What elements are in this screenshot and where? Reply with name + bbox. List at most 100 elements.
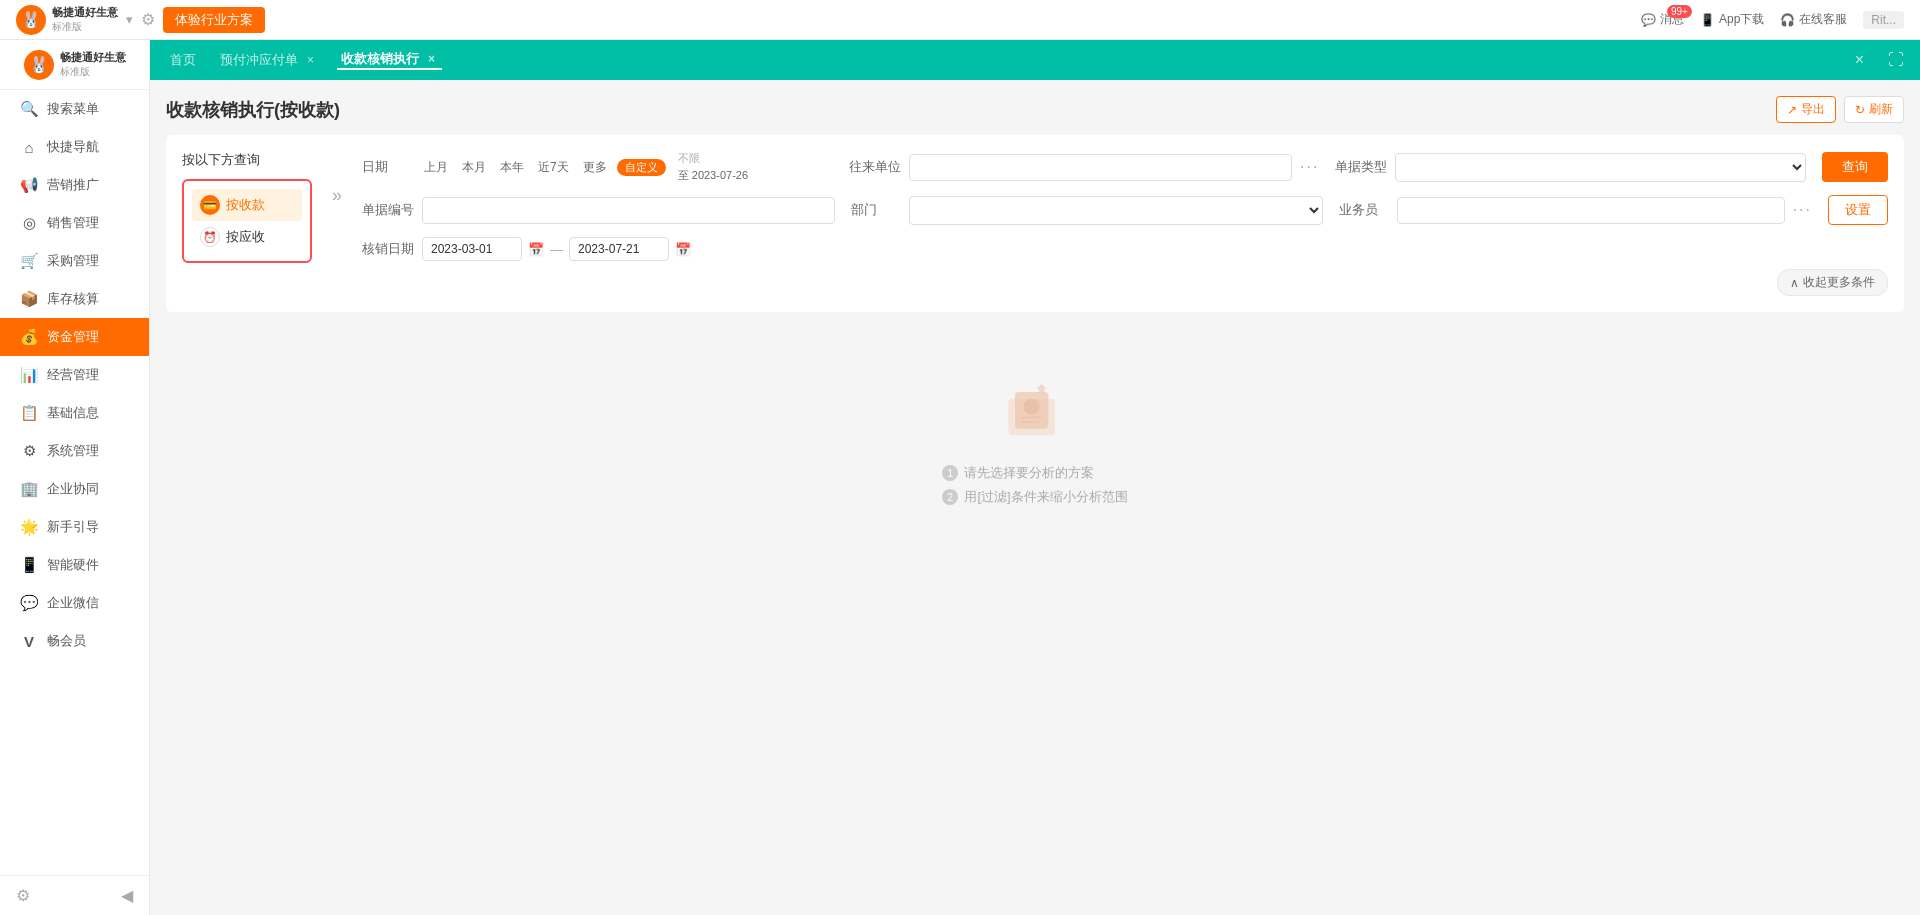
verify-date-start-calendar-icon[interactable]: 📅 [528,242,544,257]
verify-date-label: 核销日期 [362,240,414,258]
date-7days-btn[interactable]: 近7天 [534,157,573,178]
home-icon: ⌂ [19,139,39,156]
collapse-more-btn[interactable]: ∧ 收起更多条件 [1777,269,1888,296]
tab-home[interactable]: 首页 [166,51,200,69]
page-content: 收款核销执行(按收款) ↗ 导出 ↻ 刷新 按以下方查询 [150,80,1920,915]
collapse-more-row: ∧ 收起更多条件 [362,269,1888,296]
voucher-type-label: 单据类型 [1335,158,1387,176]
bottom-settings-icon[interactable]: ⚙ [16,886,30,905]
counterparty-field: 往来单位 ··· [849,154,1320,181]
sidebar-item-enterprise[interactable]: 🏢 企业协同 [0,470,149,508]
cart-icon: 🛒 [19,252,39,270]
dept-select[interactable] [909,196,1324,225]
top-bar-actions: 💬 消息 99+ 📱 App下载 🎧 在线客服 Rit... [1641,11,1904,29]
online-service-btn[interactable]: 🎧 在线客服 [1780,11,1847,28]
dropdown-icon[interactable]: ▾ [126,12,133,27]
empty-tip-2: 2 用[过滤]条件来缩小分析范围 [942,488,1127,506]
sidebar-item-system[interactable]: ⚙ 系统管理 [0,432,149,470]
refresh-icon: ↻ [1855,103,1865,117]
date-label: 日期 [362,158,412,176]
tab-receipt-verify[interactable]: 收款核销执行 × [337,50,442,70]
tip-num-2: 2 [942,489,958,505]
sidebar-item-search-menu[interactable]: 🔍 搜索菜单 [0,90,149,128]
sidebar-item-basic-info[interactable]: 📋 基础信息 [0,394,149,432]
dept-label: 部门 [851,201,901,219]
sidebar-item-inventory[interactable]: 📦 库存核算 [0,280,149,318]
brand-text: 畅捷通好生意 标准版 [52,5,118,34]
export-icon: ↗ [1787,103,1797,117]
tab2-label: 收款核销执行 [341,50,419,68]
verify-date-end-input[interactable] [569,237,669,261]
query-btn[interactable]: 查询 [1822,152,1888,182]
settings-btn[interactable]: 设置 [1828,195,1888,225]
date-separator: — [550,242,563,257]
voucher-no-input[interactable] [422,197,835,224]
verify-date-start-input[interactable] [422,237,522,261]
verify-date-group: 📅 — 📅 [422,237,691,261]
user-info[interactable]: Rit... [1863,11,1904,29]
date-this-month-btn[interactable]: 本月 [458,157,490,178]
sidebar-label: 企业微信 [47,594,99,612]
sidebar-label: 资金管理 [47,328,99,346]
date-field: 日期 上月 本月 本年 近7天 更多 自定义 [362,151,833,183]
sidebar-item-hardware[interactable]: 📱 智能硬件 [0,546,149,584]
counterparty-label: 往来单位 [849,158,901,176]
tab1-close-btn[interactable]: × [304,52,317,68]
staff-field: 业务员 ··· [1339,197,1812,224]
counterparty-more-btn[interactable]: ··· [1300,158,1319,176]
filter-row-2: 单据编号 部门 [362,195,1888,225]
date-this-year-btn[interactable]: 本年 [496,157,528,178]
staff-more-btn[interactable]: ··· [1793,201,1812,219]
collapse-btn-wrap: » [328,151,346,296]
page-header: 收款核销执行(按收款) ↗ 导出 ↻ 刷新 [166,96,1904,123]
message-btn[interactable]: 💬 消息 99+ [1641,11,1684,28]
counterparty-input[interactable] [909,154,1292,181]
tab-prepay[interactable]: 预付冲应付单 × [216,51,321,69]
sidebar-label: 营销推广 [47,176,99,194]
collapse-more-label: 收起更多条件 [1803,274,1875,291]
collapse-sidebar-icon[interactable]: ◀ [121,886,133,905]
sales-icon: ◎ [19,214,39,232]
verify-date-end-calendar-icon[interactable]: 📅 [675,242,691,257]
filter-selector-box: 💳 按收款 ⏰ 按应收 [182,179,312,263]
app-download-btn[interactable]: 📱 App下载 [1700,11,1764,28]
megaphone-icon: 📢 [19,176,39,194]
page-title: 收款核销执行(按收款) [166,98,340,122]
settings-icon[interactable]: ⚙ [141,10,155,29]
date-more-btn[interactable]: 更多 [579,157,611,178]
collapse-left-btn[interactable]: » [328,181,346,210]
sidebar-logo: 🐰 畅捷通好生意 标准版 [0,40,149,90]
sidebar-item-wechat[interactable]: 💬 企业微信 [0,584,149,622]
sidebar-item-sales[interactable]: ◎ 销售管理 [0,204,149,242]
tab2-close-btn[interactable]: × [425,51,438,67]
close-window-btn[interactable]: × [1855,51,1864,69]
voucher-type-select[interactable] [1395,153,1806,182]
trial-btn[interactable]: 体验行业方案 [163,7,265,33]
filter-option-receipt-label: 按收款 [226,196,265,214]
export-btn[interactable]: ↗ 导出 [1776,96,1836,123]
date-last-month-btn[interactable]: 上月 [420,157,452,178]
dept-field: 部门 [851,196,1324,225]
staff-input[interactable] [1397,197,1784,224]
fullscreen-btn[interactable]: ⛶ [1888,51,1904,69]
date-shortcut-group: 上月 本月 本年 近7天 更多 自定义 [420,157,666,178]
date-custom-tag[interactable]: 自定义 [617,159,666,176]
sidebar-item-purchase[interactable]: 🛒 采购管理 [0,242,149,280]
document-icon: 📋 [19,404,39,422]
refresh-btn[interactable]: ↻ 刷新 [1844,96,1904,123]
sidebar-item-marketing[interactable]: 📢 营销推广 [0,166,149,204]
sidebar-item-newbie[interactable]: 🌟 新手引导 [0,508,149,546]
collapse-more-icon: ∧ [1790,276,1799,290]
sidebar-label: 搜索菜单 [47,100,99,118]
app-download-icon: 📱 [1700,13,1715,27]
sidebar-item-member[interactable]: V 畅会员 [0,622,149,660]
date-unlimited-label: 不限 [678,151,748,166]
sidebar-item-quick-nav[interactable]: ⌂ 快捷导航 [0,128,149,166]
filter-option-receipt[interactable]: 💳 按收款 [192,189,302,221]
sidebar-item-funds[interactable]: 💰 资金管理 [0,318,149,356]
sidebar-item-operation[interactable]: 📊 经营管理 [0,356,149,394]
logo-text: 畅捷通好生意 [52,5,118,20]
filter-right: 日期 上月 本月 本年 近7天 更多 自定义 [362,151,1888,296]
sidebar-label: 销售管理 [47,214,99,232]
filter-option-receivable[interactable]: ⏰ 按应收 [192,221,302,253]
